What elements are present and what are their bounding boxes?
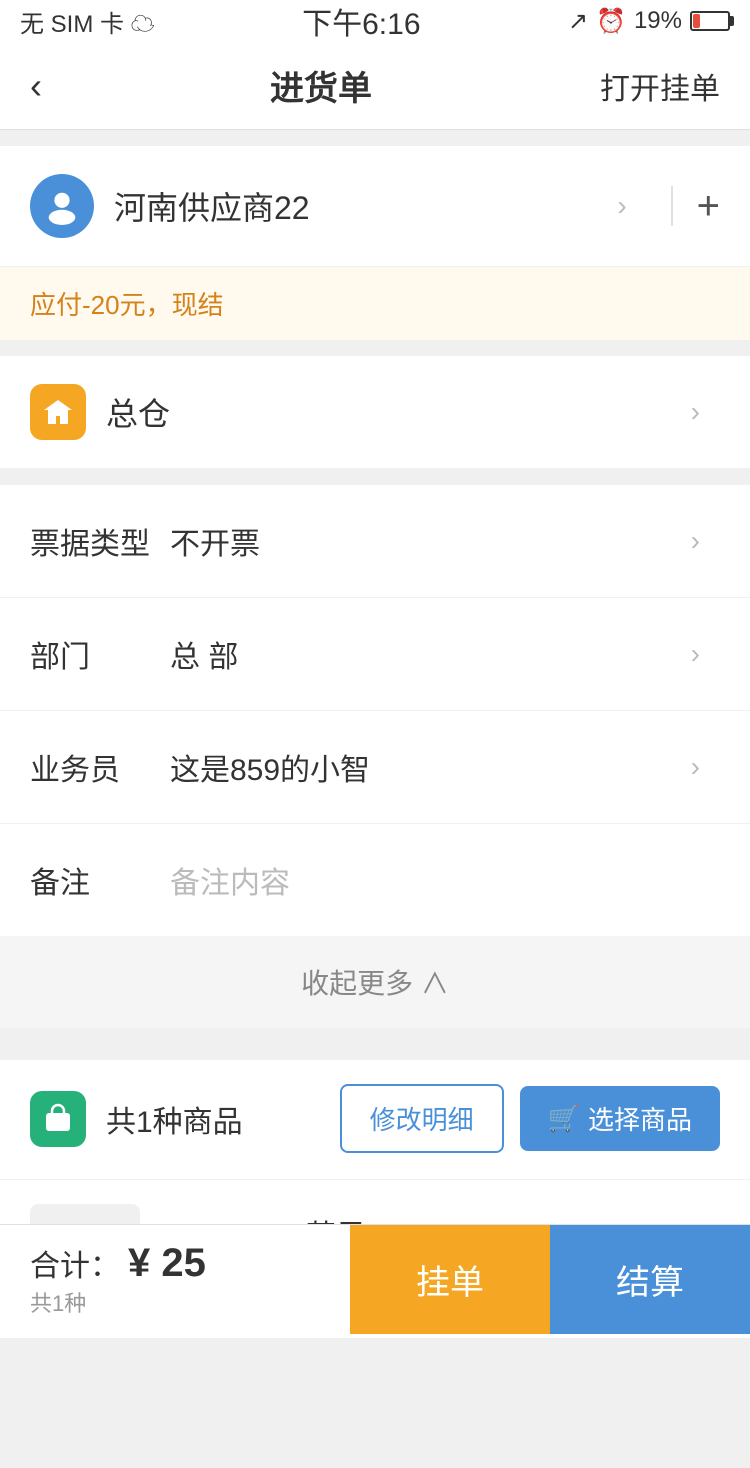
- warehouse-icon: [30, 384, 86, 440]
- invoice-type-row[interactable]: 票据类型 不开票 ›: [0, 484, 750, 597]
- add-supplier-button[interactable]: +: [697, 184, 720, 229]
- cart-icon: 🛒: [548, 1103, 580, 1134]
- chevron-right-icon: ›: [691, 638, 700, 670]
- home-icon: [42, 396, 74, 428]
- bag-icon: [42, 1103, 74, 1135]
- supplier-alert: 应付-20元，现结: [0, 267, 750, 340]
- hang-button[interactable]: 挂单: [350, 1225, 550, 1334]
- status-left: 无 SIM 卡 ☁: [20, 4, 155, 39]
- supplier-row[interactable]: 河南供应商22 › +: [0, 146, 750, 267]
- nav-bar: ‹ 进货单 打开挂单: [0, 42, 750, 130]
- total-amount: ¥ 25: [128, 1241, 206, 1286]
- department-row[interactable]: 部门 总 部 ›: [0, 597, 750, 710]
- status-bar: 无 SIM 卡 ☁ 下午6:16 ↗ ⏰ 19%: [0, 0, 750, 42]
- bottom-bar: 合计： ¥ 25 共1种 挂单 结算: [0, 1224, 750, 1334]
- user-icon: [43, 187, 81, 225]
- page-title: 进货单: [270, 61, 372, 110]
- remark-label: 备注: [30, 858, 170, 902]
- warehouse-name: 总仓: [106, 389, 691, 435]
- total-sub: 共1种: [30, 1286, 320, 1318]
- chevron-right-icon: ›: [691, 396, 700, 428]
- salesperson-row[interactable]: 业务员 这是859的小智 ›: [0, 710, 750, 823]
- products-header: 共1种商品 修改明细 🛒 选择商品: [0, 1044, 750, 1177]
- battery-percent: 19%: [634, 7, 682, 35]
- department-label: 部门: [30, 632, 170, 676]
- edit-detail-button[interactable]: 修改明细: [340, 1084, 504, 1153]
- alarm-icon: ⏰: [596, 7, 626, 36]
- invoice-type-value: 不开票: [170, 519, 691, 563]
- remark-value: 备注内容: [170, 858, 720, 902]
- salesperson-label: 业务员: [30, 745, 170, 789]
- supplier-name: 河南供应商22: [114, 183, 617, 229]
- collapse-row[interactable]: 收起更多 ∧: [0, 936, 750, 1028]
- status-right: ↗ ⏰ 19%: [568, 7, 730, 36]
- sim-status: 无 SIM 卡 ☁: [20, 4, 155, 39]
- chevron-right-icon: ›: [691, 751, 700, 783]
- status-time: 下午6:16: [302, 0, 420, 43]
- battery-icon: [690, 11, 730, 31]
- remark-row[interactable]: 备注 备注内容: [0, 823, 750, 936]
- invoice-type-label: 票据类型: [30, 519, 170, 563]
- divider: [671, 186, 673, 226]
- form-section: 票据类型 不开票 › 部门 总 部 › 业务员 这是859的小智 › 备注 备注…: [0, 484, 750, 936]
- checkout-button[interactable]: 结算: [550, 1225, 750, 1334]
- supplier-avatar: [30, 174, 94, 238]
- chevron-right-icon: ›: [617, 190, 626, 222]
- total-text: 合计：: [30, 1241, 120, 1285]
- warehouse-row[interactable]: 总仓 ›: [0, 356, 750, 468]
- products-count: 共1种商品: [106, 1097, 340, 1141]
- back-button[interactable]: ‹: [30, 65, 42, 107]
- warehouse-section: 总仓 ›: [0, 356, 750, 468]
- department-value: 总 部: [170, 632, 691, 676]
- total-section: 合计： ¥ 25 共1种: [0, 1225, 350, 1334]
- salesperson-value: 这是859的小智: [170, 745, 691, 789]
- select-product-button[interactable]: 🛒 选择商品: [520, 1086, 720, 1151]
- supplier-section: 河南供应商22 › + 应付-20元，现结: [0, 146, 750, 340]
- location-icon: ↗: [568, 7, 588, 36]
- select-label: 选择商品: [588, 1100, 692, 1137]
- products-icon: [30, 1091, 86, 1147]
- open-pending-button[interactable]: 打开挂单: [600, 64, 720, 108]
- total-label: 合计： ¥ 25: [30, 1241, 320, 1286]
- chevron-right-icon: ›: [691, 525, 700, 557]
